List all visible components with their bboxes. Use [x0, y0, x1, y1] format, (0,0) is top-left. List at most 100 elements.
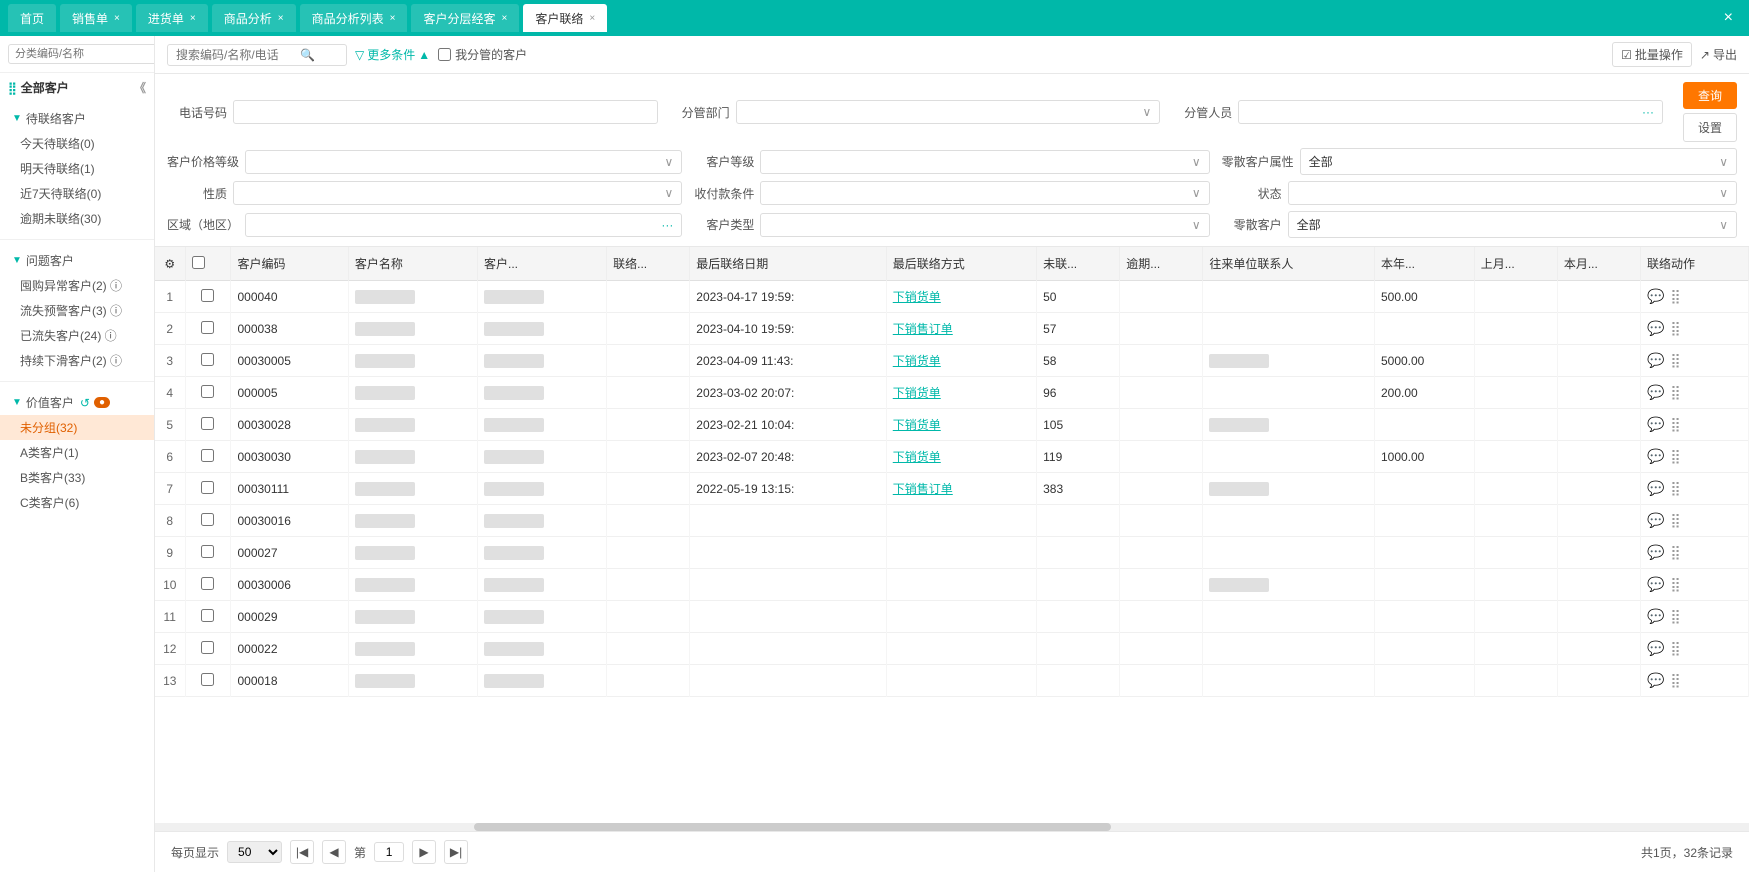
horizontal-scrollbar[interactable]	[155, 823, 1749, 831]
message-icon[interactable]: 💬	[1647, 576, 1664, 593]
problem-customers-title[interactable]: ▼ 问题客户	[0, 248, 154, 273]
close-icon[interactable]: ×	[190, 13, 196, 24]
manager-select[interactable]: ···	[1238, 100, 1663, 124]
sidebar-item-overdue[interactable]: 逾期未联络(30)	[0, 206, 154, 231]
window-close-button[interactable]: ×	[1716, 9, 1741, 27]
close-icon[interactable]: ×	[589, 13, 595, 24]
message-icon[interactable]: 💬	[1647, 480, 1664, 497]
page-size-select[interactable]: 50 100	[227, 841, 282, 863]
grid-action-icon[interactable]: ⣿	[1670, 544, 1680, 561]
prev-page-button[interactable]: ◀	[322, 840, 346, 864]
row-checkbox-cell[interactable]	[185, 473, 231, 505]
sidebar-item-ungroup[interactable]: 未分组(32)	[0, 415, 154, 440]
row-checkbox[interactable]	[201, 417, 214, 430]
grid-action-icon[interactable]: ⣿	[1670, 640, 1680, 657]
close-icon[interactable]: ×	[501, 13, 507, 24]
row-checkbox-cell[interactable]	[185, 281, 231, 313]
last-method-link[interactable]: 下销售订单	[893, 482, 953, 496]
row-checkbox[interactable]	[201, 385, 214, 398]
row-checkbox[interactable]	[201, 641, 214, 654]
sidebar-item-tomorrow[interactable]: 明天待联络(1)	[0, 156, 154, 181]
row-checkbox-cell[interactable]	[185, 633, 231, 665]
payment-select[interactable]: ∨	[760, 181, 1209, 205]
select-all-checkbox[interactable]	[192, 256, 205, 269]
sidebar-item-typeB[interactable]: B类客户(33)	[0, 465, 154, 490]
tab-sales[interactable]: 销售单 ×	[60, 4, 132, 32]
message-icon[interactable]: 💬	[1647, 384, 1664, 401]
more-conditions-btn[interactable]: ▽ 更多条件 ▲	[355, 46, 430, 63]
all-customers-header[interactable]: ⣿ 全部客户 《	[0, 73, 154, 102]
row-checkbox-cell[interactable]	[185, 537, 231, 569]
sidebar-item-today[interactable]: 今天待联络(0)	[0, 131, 154, 156]
refresh-icon[interactable]: ↺	[80, 396, 90, 410]
last-method-link[interactable]: 下销货单	[893, 418, 941, 432]
row-checkbox-cell[interactable]	[185, 409, 231, 441]
my-customers-check[interactable]	[438, 48, 451, 61]
sidebar-item-hoard[interactable]: 囤购异常客户(2) ⓘ	[0, 273, 154, 298]
last-method-link[interactable]: 下销货单	[893, 386, 941, 400]
row-checkbox[interactable]	[201, 289, 214, 302]
row-checkbox[interactable]	[201, 449, 214, 462]
reset-button[interactable]: 设置	[1683, 113, 1737, 142]
row-checkbox[interactable]	[201, 577, 214, 590]
settings-col-header[interactable]: ⚙	[155, 247, 185, 281]
last-page-button[interactable]: ▶|	[444, 840, 468, 864]
batch-ops-button[interactable]: ☑ 批量操作	[1612, 42, 1692, 67]
my-customers-checkbox[interactable]: 我分管的客户	[438, 46, 527, 63]
sidebar-item-churned[interactable]: 已流失客户(24) ⓘ	[0, 323, 154, 348]
close-icon[interactable]: ×	[278, 13, 284, 24]
last-method-link[interactable]: 下销货单	[893, 290, 941, 304]
collapse-icon[interactable]: 《	[134, 79, 146, 96]
grid-action-icon[interactable]: ⣿	[1670, 672, 1680, 689]
grid-action-icon[interactable]: ⣿	[1670, 352, 1680, 369]
page-input[interactable]	[374, 842, 404, 862]
message-icon[interactable]: 💬	[1647, 288, 1664, 305]
tab-customer-contact[interactable]: 客户联络 ×	[523, 4, 607, 32]
next-page-button[interactable]: ▶	[412, 840, 436, 864]
query-button[interactable]: 查询	[1683, 82, 1737, 109]
row-checkbox[interactable]	[201, 609, 214, 622]
grid-action-icon[interactable]: ⣿	[1670, 576, 1680, 593]
pending-contact-title[interactable]: ▼ 待联络客户	[0, 106, 154, 131]
sidebar-item-typeA[interactable]: A类客户(1)	[0, 440, 154, 465]
row-checkbox-cell[interactable]	[185, 441, 231, 473]
value-customers-title[interactable]: ▼ 价值客户 ↺ ●	[0, 390, 154, 415]
grid-action-icon[interactable]: ⣿	[1670, 288, 1680, 305]
grid-action-icon[interactable]: ⣿	[1670, 480, 1680, 497]
message-icon[interactable]: 💬	[1647, 640, 1664, 657]
scatter-select[interactable]: 全部 ∨	[1288, 211, 1737, 238]
phone-input[interactable]	[233, 100, 658, 124]
checkbox-col-header[interactable]	[185, 247, 231, 281]
row-checkbox[interactable]	[201, 481, 214, 494]
status-select[interactable]: ∨	[1288, 181, 1737, 205]
close-icon[interactable]: ×	[114, 13, 120, 24]
tab-analysis[interactable]: 商品分析 ×	[212, 4, 296, 32]
scatter-attr-select[interactable]: 全部 ∨	[1300, 148, 1737, 175]
tab-customer-tier[interactable]: 客户分层经客 ×	[411, 4, 519, 32]
scrollbar-thumb[interactable]	[474, 823, 1112, 831]
customer-tier-select[interactable]: ∨	[760, 150, 1209, 174]
row-checkbox[interactable]	[201, 673, 214, 686]
region-select[interactable]: ···	[245, 213, 682, 237]
row-checkbox-cell[interactable]	[185, 505, 231, 537]
export-button[interactable]: ↗ 导出	[1700, 46, 1737, 63]
last-method-link[interactable]: 下销货单	[893, 354, 941, 368]
message-icon[interactable]: 💬	[1647, 448, 1664, 465]
grid-action-icon[interactable]: ⣿	[1670, 384, 1680, 401]
row-checkbox[interactable]	[201, 353, 214, 366]
row-checkbox-cell[interactable]	[185, 313, 231, 345]
grid-action-icon[interactable]: ⣿	[1670, 416, 1680, 433]
row-checkbox-cell[interactable]	[185, 345, 231, 377]
last-method-link[interactable]: 下销货单	[893, 450, 941, 464]
main-search-input[interactable]	[176, 48, 296, 62]
sidebar-item-declining[interactable]: 持续下滑客户(2) ⓘ	[0, 348, 154, 373]
grid-action-icon[interactable]: ⣿	[1670, 608, 1680, 625]
tab-purchase[interactable]: 进货单 ×	[136, 4, 208, 32]
price-tier-select[interactable]: ∨	[245, 150, 682, 174]
row-checkbox-cell[interactable]	[185, 601, 231, 633]
row-checkbox[interactable]	[201, 321, 214, 334]
message-icon[interactable]: 💬	[1647, 416, 1664, 433]
message-icon[interactable]: 💬	[1647, 544, 1664, 561]
row-checkbox-cell[interactable]	[185, 377, 231, 409]
customer-type-select[interactable]: ∨	[760, 213, 1209, 237]
